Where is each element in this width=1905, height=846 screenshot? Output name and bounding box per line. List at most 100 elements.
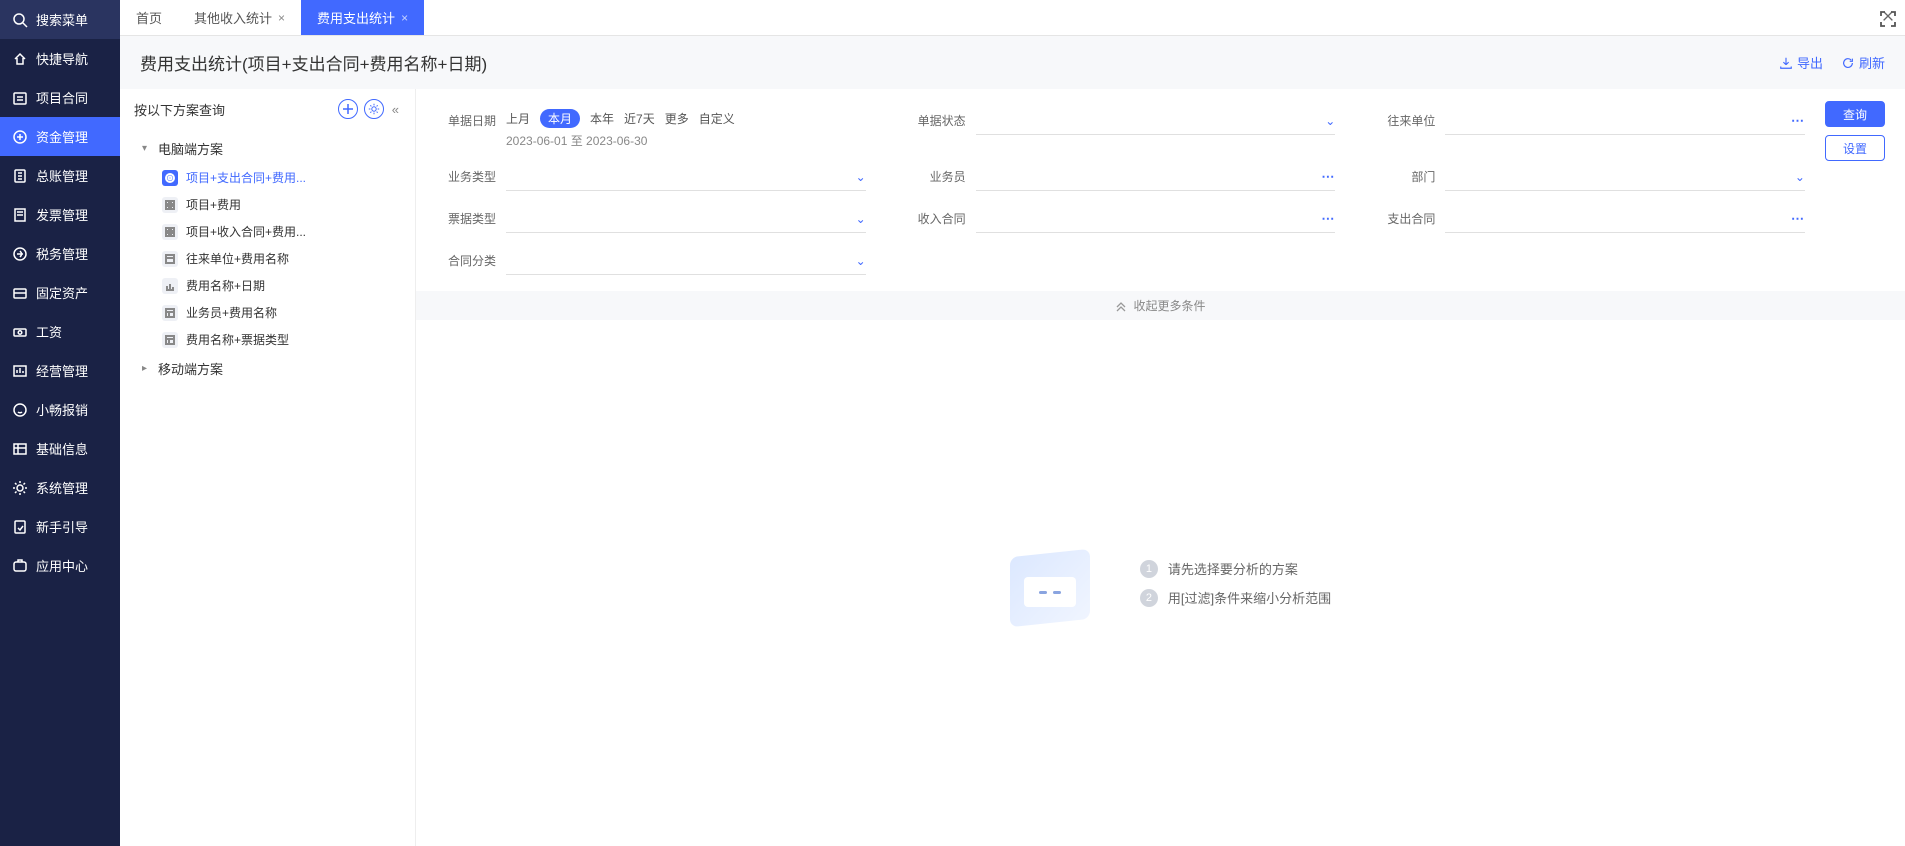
asset-icon [12,285,28,301]
tab-1[interactable]: 其他收入统计 × [178,0,301,35]
refresh-button[interactable]: 刷新 [1841,53,1885,72]
sidebar-item-label: 新手引导 [36,517,88,536]
tree-group-0[interactable]: ▾电脑端方案 [120,133,415,164]
date-option[interactable]: 更多 [665,110,689,127]
export-button[interactable]: 导出 [1779,53,1823,72]
lookup-icon[interactable]: ⋯ [1321,169,1335,185]
query-button[interactable]: 查询 [1825,101,1885,127]
scheme-settings-button[interactable] [364,99,384,119]
sidebar-item-guide[interactable]: 新手引导 [0,507,120,546]
filter-label: 合同分类 [436,249,496,269]
chevron-down-icon[interactable]: ⌄ [1795,170,1805,184]
lookup-icon[interactable]: ⋯ [1791,211,1805,227]
chevron-down-icon[interactable]: ⌄ [1325,114,1335,128]
sidebar-item-salary[interactable]: 工资 [0,312,120,351]
chevron-down-icon[interactable]: ⌄ [856,170,866,184]
sidebar-item-label: 快捷导航 [36,49,88,68]
search-icon [12,12,28,28]
collapse-filters-label: 收起更多条件 [1133,297,1205,314]
date-option[interactable]: 上月 [506,110,530,127]
sidebar-item-project[interactable]: 项目合同 [0,78,120,117]
sidebar-item-ledger[interactable]: 总账管理 [0,156,120,195]
chevron-down-icon[interactable]: ⌄ [856,212,866,226]
tab-label: 其他收入统计 [194,8,272,27]
sidebar-item-operate[interactable]: 经营管理 [0,351,120,390]
tree-item-label: 业务员+费用名称 [186,304,277,321]
filter-0-2: 票据类型⌄ [436,199,866,241]
sidebar-item-fund[interactable]: 资金管理 [0,117,120,156]
chevron-down-icon[interactable]: ⌄ [856,254,866,268]
sidebar-item-label: 项目合同 [36,88,88,107]
filter-0-0: 单据日期上月本月本年近7天更多自定义2023-06-01 至 2023-06-3… [436,101,866,157]
date-range-text: 2023-06-01 至 2023-06-30 [506,132,735,149]
tab-close-icon[interactable]: × [278,11,285,25]
sidebar-item-label: 工资 [36,322,62,341]
add-scheme-button[interactable] [338,99,358,119]
sidebar-item-asset[interactable]: 固定资产 [0,273,120,312]
lookup-icon[interactable]: ⋯ [1321,211,1335,227]
tab-2[interactable]: 费用支出统计× [301,0,424,35]
collapse-filters-bar[interactable]: 收起更多条件 [416,291,1905,320]
grid-icon [162,197,178,213]
sidebar-item-invoice[interactable]: 发票管理 [0,195,120,234]
tree-group-1[interactable]: ▸移动端方案 [120,353,415,384]
sidebar-item-label: 经营管理 [36,361,88,380]
date-option[interactable]: 近7天 [624,110,655,127]
salary-icon [12,324,28,340]
filter-input[interactable]: ⋯ [976,165,1336,191]
filter-input[interactable]: ⌄ [506,165,866,191]
scheme-tree: ▾电脑端方案项目+支出合同+费用...项目+费用项目+收入合同+费用...往来单… [120,129,415,388]
step-number-icon: 1 [1140,560,1158,578]
tree-item-0-5[interactable]: 业务员+费用名称 [120,299,415,326]
sidebar-item-xiaochang[interactable]: 小畅报销 [0,390,120,429]
filter-input[interactable]: ⋯ [976,207,1336,233]
filter-input[interactable]: ⋯ [1445,207,1805,233]
sidebar: 搜索菜单快捷导航项目合同资金管理总账管理发票管理税务管理固定资产工资经营管理小畅… [0,0,120,846]
sidebar-item-nav[interactable]: 快捷导航 [0,39,120,78]
date-option[interactable]: 自定义 [699,110,735,127]
ledger-icon [12,168,28,184]
filter-input[interactable]: ⋯ [1445,109,1805,135]
filter-label: 支出合同 [1375,207,1435,227]
settings-button[interactable]: 设置 [1825,135,1885,161]
date-option[interactable]: 本年 [590,110,614,127]
empty-illustration [990,533,1110,633]
sidebar-item-apps[interactable]: 应用中心 [0,546,120,585]
lookup-icon[interactable]: ⋯ [1791,113,1805,129]
tab-close-icon[interactable]: × [401,11,408,25]
nav-icon [12,51,28,67]
sidebar-item-system[interactable]: 系统管理 [0,468,120,507]
refresh-label: 刷新 [1859,53,1885,72]
filter-0-1: 业务类型⌄ [436,157,866,199]
filter-input[interactable]: ⌄ [506,207,866,233]
target-icon [162,170,178,186]
collapse-scheme-panel[interactable]: « [390,102,401,117]
tree-item-0-2[interactable]: 项目+收入合同+费用... [120,218,415,245]
tree-item-label: 费用名称+票据类型 [186,331,289,348]
tab-label: 首页 [136,8,162,27]
sidebar-item-label: 基础信息 [36,439,88,458]
tree-item-0-3[interactable]: 往来单位+费用名称 [120,245,415,272]
sidebar-item-tax[interactable]: 税务管理 [0,234,120,273]
sidebar-item-search[interactable]: 搜索菜单 [0,0,120,39]
filter-2-2: 支出合同 ⋯ [1375,199,1805,241]
tree-item-0-0[interactable]: 项目+支出合同+费用... [120,164,415,191]
sidebar-item-base[interactable]: 基础信息 [0,429,120,468]
step-number-icon: 2 [1140,589,1158,607]
empty-step-1-text: 请先选择要分析的方案 [1168,559,1298,578]
tab-0[interactable]: 首页 [120,0,178,35]
tree-item-0-1[interactable]: 项目+费用 [120,191,415,218]
chart-icon [162,278,178,294]
caret-icon: ▸ [142,363,152,374]
guide-icon [12,519,28,535]
filter-input[interactable]: ⌄ [506,249,866,275]
tree-item-0-4[interactable]: 费用名称+日期 [120,272,415,299]
filter-input[interactable]: ⌄ [976,109,1336,135]
tax-icon [12,246,28,262]
tree-item-0-6[interactable]: 费用名称+票据类型 [120,326,415,353]
filter-0-3: 合同分类 ⌄ [436,241,866,283]
fullscreen-toggle[interactable] [1879,10,1897,28]
date-option[interactable]: 本月 [540,109,580,128]
sidebar-item-label: 应用中心 [36,556,88,575]
filter-input[interactable]: ⌄ [1445,165,1805,191]
